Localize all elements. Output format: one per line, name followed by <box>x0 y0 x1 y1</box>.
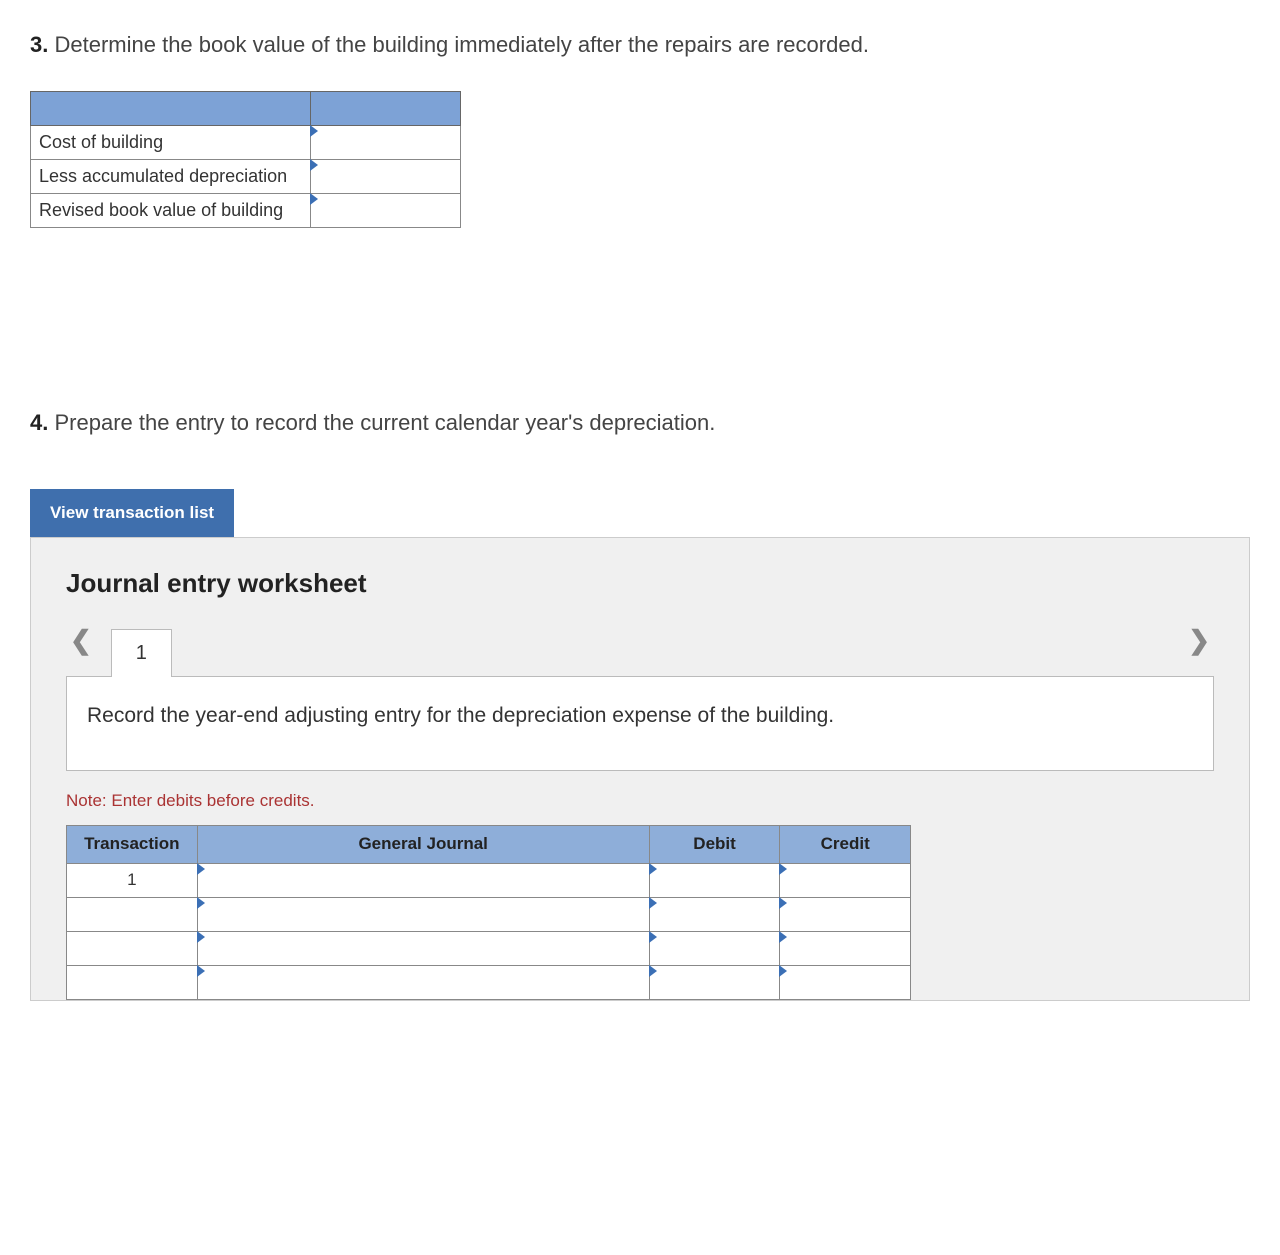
worksheet-instruction: Record the year-end adjusting entry for … <box>66 676 1214 771</box>
cell-credit-1[interactable] <box>780 863 911 897</box>
next-arrow-icon[interactable]: ❯ <box>1184 619 1214 676</box>
cell-gj-3[interactable] <box>197 931 649 965</box>
cell-gj-2[interactable] <box>197 897 649 931</box>
cell-gj-4[interactable] <box>197 965 649 999</box>
bv-label-revised: Revised book value of building <box>31 193 311 227</box>
header-general-journal: General Journal <box>197 825 649 863</box>
dropdown-icon <box>310 125 318 137</box>
question-4-body: Prepare the entry to record the current … <box>54 410 715 435</box>
bv-header-blank-2 <box>311 91 461 125</box>
question-3: 3. Determine the book value of the build… <box>30 30 1250 228</box>
cell-debit-1[interactable] <box>649 863 780 897</box>
cell-credit-3[interactable] <box>780 931 911 965</box>
journal-row-1: 1 <box>67 863 911 897</box>
dropdown-icon <box>779 965 787 977</box>
view-transaction-list-button[interactable]: View transaction list <box>30 489 234 537</box>
bv-value-revised[interactable] <box>311 193 461 227</box>
question-4: 4. Prepare the entry to record the curre… <box>30 408 1250 1001</box>
cell-debit-3[interactable] <box>649 931 780 965</box>
dropdown-icon <box>779 863 787 875</box>
bv-label-cost: Cost of building <box>31 125 311 159</box>
journal-table: Transaction General Journal Debit Credit… <box>66 825 911 1000</box>
bv-value-cost[interactable] <box>311 125 461 159</box>
header-transaction: Transaction <box>67 825 198 863</box>
dropdown-icon <box>310 193 318 205</box>
worksheet-tab-1[interactable]: 1 <box>111 629 172 677</box>
journal-row-4 <box>67 965 911 999</box>
question-3-text: 3. Determine the book value of the build… <box>30 30 1250 61</box>
header-debit: Debit <box>649 825 780 863</box>
journal-row-3 <box>67 931 911 965</box>
dropdown-icon <box>649 863 657 875</box>
question-4-number: 4. <box>30 410 48 435</box>
worksheet-title: Journal entry worksheet <box>66 568 1214 599</box>
cell-debit-2[interactable] <box>649 897 780 931</box>
dropdown-icon <box>649 897 657 909</box>
worksheet-note: Note: Enter debits before credits. <box>66 771 1214 825</box>
cell-credit-4[interactable] <box>780 965 911 999</box>
bv-row-revised: Revised book value of building <box>31 193 461 227</box>
bv-row-cost: Cost of building <box>31 125 461 159</box>
dropdown-icon <box>779 897 787 909</box>
question-3-body: Determine the book value of the building… <box>54 32 868 57</box>
question-3-number: 3. <box>30 32 48 57</box>
journal-header-row: Transaction General Journal Debit Credit <box>67 825 911 863</box>
bv-header-blank-1 <box>31 91 311 125</box>
cell-trans-4 <box>67 965 198 999</box>
dropdown-icon <box>649 931 657 943</box>
question-4-text: 4. Prepare the entry to record the curre… <box>30 408 1250 439</box>
bv-row-accum-dep: Less accumulated depreciation <box>31 159 461 193</box>
book-value-table: Cost of building Less accumulated deprec… <box>30 91 461 228</box>
dropdown-icon <box>779 931 787 943</box>
header-credit: Credit <box>780 825 911 863</box>
cell-trans-1: 1 <box>67 863 198 897</box>
dropdown-icon <box>197 931 205 943</box>
dropdown-icon <box>197 863 205 875</box>
cell-trans-3 <box>67 931 198 965</box>
journal-row-2 <box>67 897 911 931</box>
worksheet-tab-row: ❮ 1 ❯ <box>66 619 1214 676</box>
cell-gj-1[interactable] <box>197 863 649 897</box>
cell-credit-2[interactable] <box>780 897 911 931</box>
cell-trans-2 <box>67 897 198 931</box>
dropdown-icon <box>310 159 318 171</box>
bv-label-accum-dep: Less accumulated depreciation <box>31 159 311 193</box>
dropdown-icon <box>649 965 657 977</box>
bv-header-row <box>31 91 461 125</box>
dropdown-icon <box>197 897 205 909</box>
prev-arrow-icon[interactable]: ❮ <box>66 619 96 676</box>
bv-value-accum-dep[interactable] <box>311 159 461 193</box>
cell-debit-4[interactable] <box>649 965 780 999</box>
journal-worksheet-panel: Journal entry worksheet ❮ 1 ❯ Record the… <box>30 537 1250 1001</box>
dropdown-icon <box>197 965 205 977</box>
